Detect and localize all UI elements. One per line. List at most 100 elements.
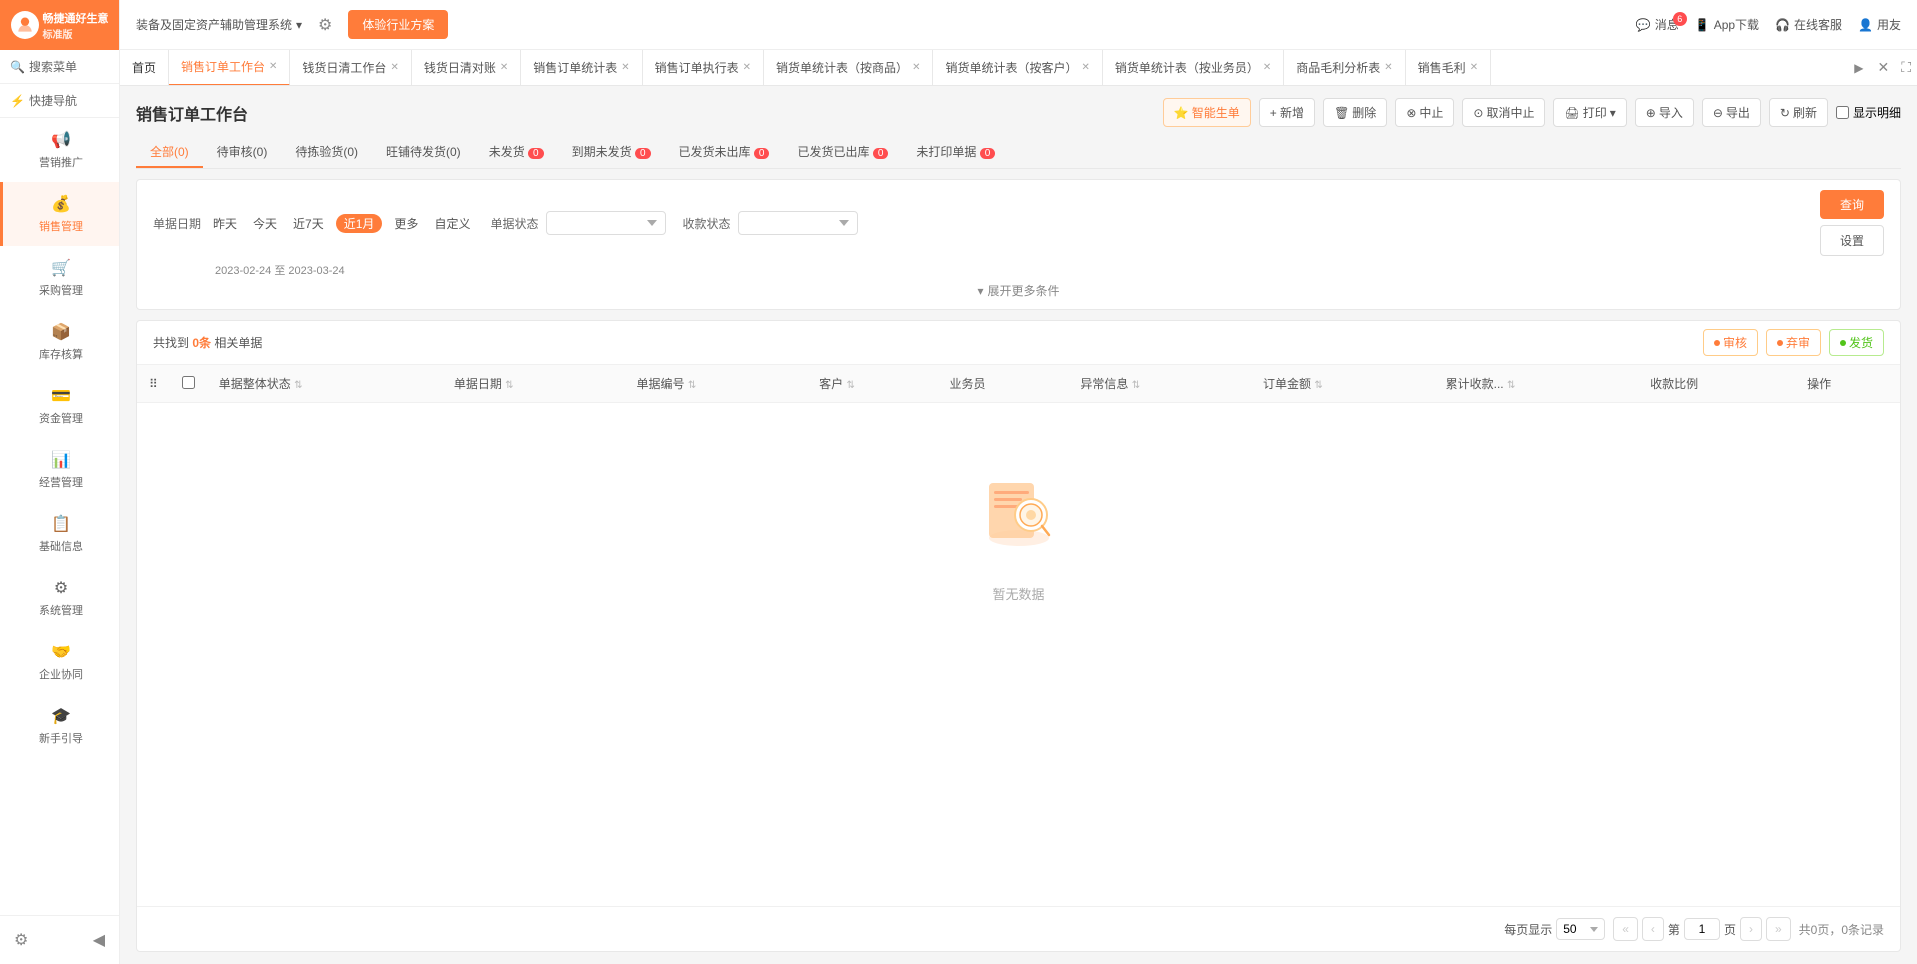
tab-close-icon[interactable]: ✕ (1263, 62, 1271, 73)
sub-tab-pending-review[interactable]: 待审核(0) (203, 137, 282, 168)
sidebar-item-enterprise[interactable]: 🤝 企业协同 (0, 630, 119, 694)
sidebar-footer: ⚙ ◀ (0, 915, 119, 964)
tab-sales-customer[interactable]: 销货单统计表（按客户） ✕ (933, 50, 1102, 86)
page-input[interactable] (1684, 918, 1720, 940)
tab-sales-workbench[interactable]: 销售订单工作台 ✕ (169, 50, 290, 86)
date-btn-yesterday[interactable]: 昨天 (209, 213, 241, 234)
quick-nav[interactable]: ⚡ 快捷导航 (0, 84, 119, 118)
tab-home[interactable]: 首页 (120, 50, 169, 86)
search-menu[interactable]: 🔍 搜索菜单 (0, 50, 119, 84)
bulk-ship-btn[interactable]: 发货 (1829, 329, 1884, 356)
sub-tab-shipped-out[interactable]: 已发货已出库 0 (783, 137, 902, 168)
bulk-unreview-btn[interactable]: 弃审 (1766, 329, 1821, 356)
status-select[interactable] (546, 211, 666, 235)
tab-gross-profit[interactable]: 商品毛利分析表 ✕ (1284, 50, 1405, 86)
sidebar-item-finance[interactable]: 💳 资金管理 (0, 374, 119, 438)
last-page-btn[interactable]: » (1766, 917, 1791, 941)
sub-tab-overdue[interactable]: 到期未发货 0 (558, 137, 665, 168)
tab-sales-stats[interactable]: 销售订单统计表 ✕ (521, 50, 642, 86)
import-icon: ⊕ (1646, 106, 1656, 120)
inventory-icon: 📦 (51, 322, 71, 342)
next-page-btn[interactable]: › (1740, 917, 1762, 941)
user-menu-btn[interactable]: 👤 用友 (1858, 16, 1901, 33)
sidebar-item-purchase[interactable]: 🛒 采购管理 (0, 246, 119, 310)
date-btn-today[interactable]: 今天 (249, 213, 281, 234)
sort-amount-icon[interactable]: ⇅ (1314, 380, 1322, 391)
prev-page-btn[interactable]: ‹ (1642, 917, 1664, 941)
select-all-checkbox[interactable] (182, 376, 195, 389)
per-page-select[interactable]: 50 100 200 (1556, 918, 1605, 940)
sort-status-icon[interactable]: ⇅ (294, 380, 302, 391)
sidebar-nav: 📢 营销推广 💰 销售管理 🛒 采购管理 📦 库存核算 💳 资金管理 📊 经营管… (0, 118, 119, 915)
sidebar-item-marketing[interactable]: 📢 营销推广 (0, 118, 119, 182)
tabs-more-btn[interactable]: ▶ (1846, 61, 1871, 75)
tab-close-icon[interactable]: ✕ (269, 61, 277, 72)
sidebar-item-guide[interactable]: 🎓 新手引导 (0, 694, 119, 758)
message-btn[interactable]: 💬 6 消息 (1636, 16, 1679, 33)
tab-close-icon[interactable]: ✕ (1081, 62, 1089, 73)
date-btn-7days[interactable]: 近7天 (289, 213, 328, 234)
payment-select[interactable] (738, 211, 858, 235)
first-page-btn[interactable]: « (1613, 917, 1638, 941)
show-detail-input[interactable] (1836, 106, 1849, 119)
topbar-settings-icon[interactable]: ⚙ (314, 11, 336, 39)
sidebar-collapse-btn[interactable]: ◀ (89, 926, 109, 954)
sub-tab-pending-inspect[interactable]: 待拣验货(0) (281, 137, 372, 168)
tab-close-icon[interactable]: ✕ (1470, 62, 1478, 73)
system-title-dropdown[interactable]: 装备及固定资产辅助管理系统 ▾ (136, 16, 302, 33)
sub-tab-all[interactable]: 全部(0) (136, 137, 203, 168)
tab-sales-salesman[interactable]: 销货单统计表（按业务员） ✕ (1103, 50, 1284, 86)
export-btn[interactable]: ⊖ 导出 (1702, 98, 1761, 127)
sidebar-item-operation[interactable]: 📊 经营管理 (0, 438, 119, 502)
sub-tab-shipped-not-out[interactable]: 已发货未出库 0 (665, 137, 784, 168)
sort-customer-icon[interactable]: ⇅ (846, 380, 854, 391)
sidebar-item-inventory[interactable]: 📦 库存核算 (0, 310, 119, 374)
tab-cash-reconcile[interactable]: 钱货日清对账 ✕ (412, 50, 521, 86)
tab-cash-daily[interactable]: 钱货日清工作台 ✕ (290, 50, 411, 86)
tabs-maximize-btn[interactable]: ⛶ (1895, 59, 1917, 76)
sub-tab-not-shipped[interactable]: 未发货 0 (475, 137, 558, 168)
sidebar-item-sales[interactable]: 💰 销售管理 (0, 182, 119, 246)
industry-solution-btn[interactable]: 体验行业方案 (348, 10, 448, 39)
import-btn[interactable]: ⊕ 导入 (1635, 98, 1694, 127)
new-btn[interactable]: + 新增 (1259, 98, 1315, 127)
tab-close-icon[interactable]: ✕ (912, 62, 920, 73)
th-checkbox[interactable] (170, 365, 207, 403)
tabs-close-all-btn[interactable]: ✕ (1871, 59, 1895, 76)
tab-close-icon[interactable]: ✕ (1384, 62, 1392, 73)
filter-settings-btn[interactable]: 设置 (1820, 225, 1884, 256)
sidebar-settings-btn[interactable]: ⚙ (10, 926, 32, 954)
show-detail-checkbox[interactable]: 显示明细 (1836, 104, 1901, 121)
not-shipped-badge: 0 (528, 148, 544, 159)
sub-tab-not-printed[interactable]: 未打印单据 0 (902, 137, 1009, 168)
tab-sales-product[interactable]: 销货单统计表（按商品） ✕ (764, 50, 933, 86)
print-btn[interactable]: 🖨 打印 ▾ (1553, 98, 1626, 127)
sidebar-item-system[interactable]: ⚙ 系统管理 (0, 566, 119, 630)
tab-close-icon[interactable]: ✕ (390, 62, 398, 73)
stop-btn[interactable]: ⊗ 中止 (1395, 98, 1454, 127)
sort-exception-icon[interactable]: ⇅ (1132, 380, 1140, 391)
sub-tab-label: 待拣验货(0) (295, 145, 358, 159)
bulk-review-btn[interactable]: 审核 (1703, 329, 1758, 356)
smart-create-btn[interactable]: ⭐ 智能生单 (1163, 98, 1251, 127)
sort-date-icon[interactable]: ⇅ (505, 380, 513, 391)
sub-tab-wangpu[interactable]: 旺铺待发货(0) (372, 137, 475, 168)
filter-expand-btn[interactable]: ▾ 展开更多条件 (153, 278, 1884, 299)
tab-close-icon[interactable]: ✕ (500, 62, 508, 73)
sort-collected-icon[interactable]: ⇅ (1507, 380, 1515, 391)
date-btn-more[interactable]: 更多 (390, 213, 422, 234)
online-service-btn[interactable]: 🎧 在线客服 (1775, 16, 1842, 33)
tab-sales-margin[interactable]: 销售毛利 ✕ (1406, 50, 1491, 86)
sort-number-icon[interactable]: ⇅ (688, 380, 696, 391)
date-btn-1month[interactable]: 近1月 (336, 214, 383, 233)
cancel-stop-btn[interactable]: ⊙ 取消中止 (1462, 98, 1545, 127)
date-btn-custom[interactable]: 自定义 (430, 213, 474, 234)
delete-btn[interactable]: 🗑 删除 (1323, 98, 1387, 127)
tab-close-icon[interactable]: ✕ (743, 62, 751, 73)
tab-close-icon[interactable]: ✕ (621, 62, 629, 73)
query-btn[interactable]: 查询 (1820, 190, 1884, 219)
sidebar-item-basic[interactable]: 📋 基础信息 (0, 502, 119, 566)
refresh-btn[interactable]: ↻ 刷新 (1769, 98, 1828, 127)
tab-sales-exec[interactable]: 销售订单执行表 ✕ (643, 50, 764, 86)
app-download-btn[interactable]: 📱 App下载 (1695, 16, 1759, 33)
